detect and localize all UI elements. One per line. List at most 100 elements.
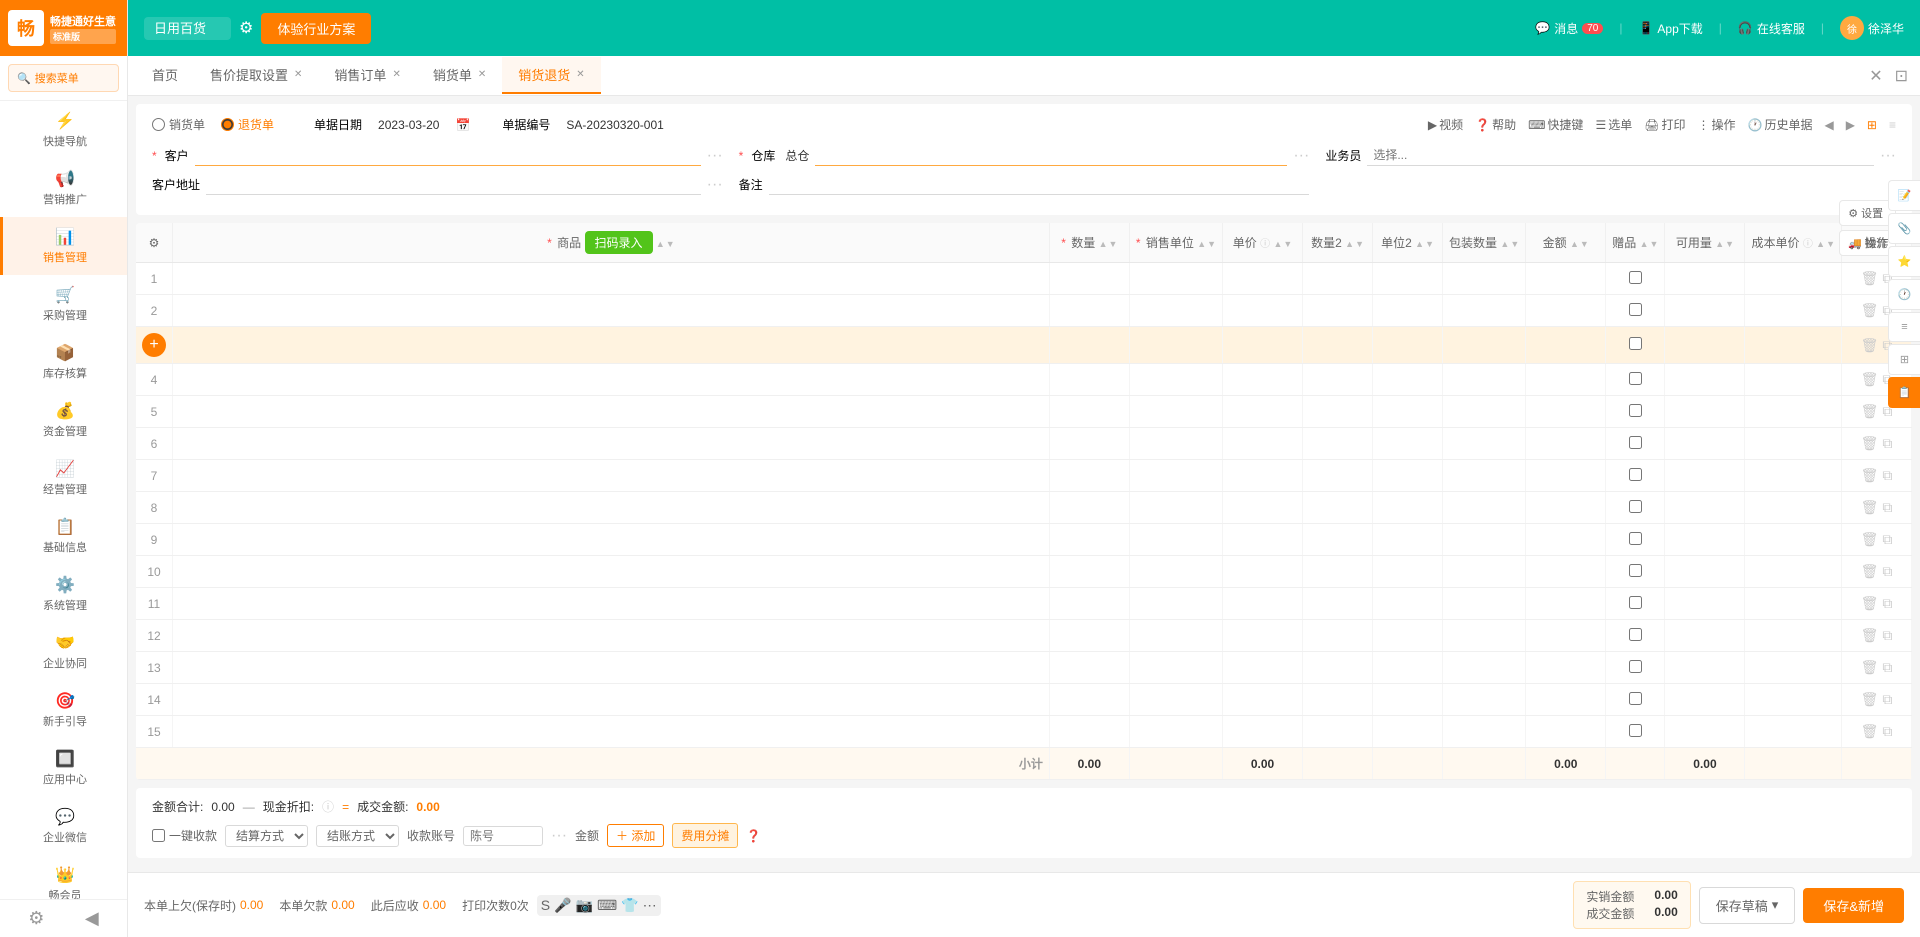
staff-picker-btn[interactable]: ···	[1880, 147, 1896, 165]
customer-input[interactable]	[195, 145, 701, 166]
qty2-input-4[interactable]	[1309, 371, 1366, 389]
cell-unit-10[interactable]	[1129, 556, 1222, 588]
float-btn-note[interactable]: 📝	[1888, 180, 1920, 211]
delete-row-13-icon[interactable]: 🗑	[1861, 659, 1879, 676]
note-input[interactable]	[769, 174, 1310, 195]
cell-unit2-3[interactable]	[1373, 327, 1443, 364]
cell-amount-8[interactable]	[1526, 492, 1606, 524]
float-btn-attach[interactable]: 📎	[1888, 213, 1920, 244]
delete-row-3-icon[interactable]: 🗑	[1861, 337, 1879, 354]
cell-goods-9[interactable]	[173, 524, 1050, 556]
unit2-input-15[interactable]	[1379, 723, 1436, 741]
cell-unit2-9[interactable]	[1373, 524, 1443, 556]
trial-button[interactable]: 体验行业方案	[261, 13, 371, 44]
cell-unit2-7[interactable]	[1373, 460, 1443, 492]
cell-amount-6[interactable]	[1526, 428, 1606, 460]
amount-input-4[interactable]	[1532, 371, 1599, 389]
cell-qty-13[interactable]	[1049, 652, 1129, 684]
warehouse-picker-btn[interactable]: ···	[1293, 147, 1309, 165]
account-picker-btn[interactable]: ···	[551, 827, 567, 845]
unit-input-15[interactable]	[1136, 723, 1216, 741]
goods-input-15[interactable]	[179, 723, 1043, 741]
gift-checkbox-13[interactable]	[1629, 660, 1642, 673]
cell-gift-6[interactable]	[1606, 428, 1665, 460]
cell-qty-4[interactable]	[1049, 364, 1129, 396]
cell-pkg-13[interactable]	[1443, 652, 1526, 684]
price-input-7[interactable]	[1229, 467, 1296, 485]
cell-goods-7[interactable]	[173, 460, 1050, 492]
float-btn-table[interactable]: ≡	[1888, 312, 1920, 342]
price-input-15[interactable]	[1229, 723, 1296, 741]
pkg-input-10[interactable]	[1449, 563, 1519, 581]
qty-input-5[interactable]	[1056, 403, 1123, 421]
unit2-input-4[interactable]	[1379, 371, 1436, 389]
goods-input-13[interactable]	[179, 659, 1043, 677]
tab-sale-return[interactable]: 销货退货 ✕	[502, 57, 600, 94]
cell-pkg-1[interactable]	[1443, 263, 1526, 295]
goods-input-6[interactable]	[179, 435, 1043, 453]
cell-amount-9[interactable]	[1526, 524, 1606, 556]
sidebar-item-stock[interactable]: 📦 库存核算	[0, 333, 127, 391]
cell-price-3[interactable]	[1223, 327, 1303, 364]
qty-input-11[interactable]	[1056, 595, 1123, 613]
cell-unit2-5[interactable]	[1373, 396, 1443, 428]
qty2-input-11[interactable]	[1309, 595, 1366, 613]
float-btn-card[interactable]: ⊞	[1888, 344, 1920, 375]
cell-unit2-4[interactable]	[1373, 364, 1443, 396]
settings-bottom-icon[interactable]: ⚙	[28, 908, 44, 929]
qty-input-2[interactable]	[1056, 302, 1123, 320]
qty-input-12[interactable]	[1056, 627, 1123, 645]
goods-input-14[interactable]	[179, 691, 1043, 709]
cell-price-13[interactable]	[1223, 652, 1303, 684]
cell-unit2-11[interactable]	[1373, 588, 1443, 620]
cell-gift-4[interactable]	[1606, 364, 1665, 396]
delete-row-12-icon[interactable]: 🗑	[1861, 627, 1879, 644]
qty2-input-15[interactable]	[1309, 723, 1366, 741]
qty2-input-9[interactable]	[1309, 531, 1366, 549]
cell-amount-4[interactable]	[1526, 364, 1606, 396]
cell-unit2-6[interactable]	[1373, 428, 1443, 460]
shortcut-btn[interactable]: ⌨ 快捷键	[1528, 116, 1583, 133]
sidebar-item-corp[interactable]: 🤝 企业协同	[0, 623, 127, 681]
price-input-6[interactable]	[1229, 435, 1296, 453]
cell-price-15[interactable]	[1223, 716, 1303, 748]
cell-gift-12[interactable]	[1606, 620, 1665, 652]
copy-row-14-icon[interactable]: ⧉	[1882, 691, 1892, 708]
delete-row-14-icon[interactable]: 🗑	[1861, 691, 1879, 708]
unit2-input-8[interactable]	[1379, 499, 1436, 517]
cell-amount-11[interactable]	[1526, 588, 1606, 620]
cell-amount-10[interactable]	[1526, 556, 1606, 588]
grid-view-btn[interactable]: ⊞	[1867, 118, 1877, 132]
camera-icon[interactable]: 📷	[576, 897, 593, 914]
cell-gift-15[interactable]	[1606, 716, 1665, 748]
cell-gift-8[interactable]	[1606, 492, 1665, 524]
delete-row-15-icon[interactable]: 🗑	[1861, 723, 1879, 740]
unit-input-2[interactable]	[1136, 302, 1216, 320]
gift-checkbox-1[interactable]	[1629, 271, 1642, 284]
goods-input-9[interactable]	[179, 531, 1043, 549]
online-service-button[interactable]: 🎧 在线客服	[1738, 20, 1805, 37]
cell-qty-8[interactable]	[1049, 492, 1129, 524]
cell-qty2-3[interactable]	[1303, 327, 1373, 364]
qty2-input-14[interactable]	[1309, 691, 1366, 709]
qty-input-8[interactable]	[1056, 499, 1123, 517]
gift-checkbox-8[interactable]	[1629, 500, 1642, 513]
warehouse-input[interactable]	[815, 145, 1287, 166]
goods-input-12[interactable]	[179, 627, 1043, 645]
gift-checkbox-10[interactable]	[1629, 564, 1642, 577]
qty-input-14[interactable]	[1056, 691, 1123, 709]
cell-qty2-9[interactable]	[1303, 524, 1373, 556]
amount-input-1[interactable]	[1532, 270, 1599, 288]
video-btn[interactable]: ▶ 视频	[1428, 116, 1463, 133]
cell-goods-12[interactable]	[173, 620, 1050, 652]
cell-gift-9[interactable]	[1606, 524, 1665, 556]
qty2-input-7[interactable]	[1309, 467, 1366, 485]
unit-input-13[interactable]	[1136, 659, 1216, 677]
cell-qty2-15[interactable]	[1303, 716, 1373, 748]
cell-qty2-8[interactable]	[1303, 492, 1373, 524]
sale-type-radio[interactable]: 销货单	[152, 116, 205, 133]
cell-qty-5[interactable]	[1049, 396, 1129, 428]
amount-input-2[interactable]	[1532, 302, 1599, 320]
cell-gift-5[interactable]	[1606, 396, 1665, 428]
delete-row-5-icon[interactable]: 🗑	[1861, 403, 1879, 420]
